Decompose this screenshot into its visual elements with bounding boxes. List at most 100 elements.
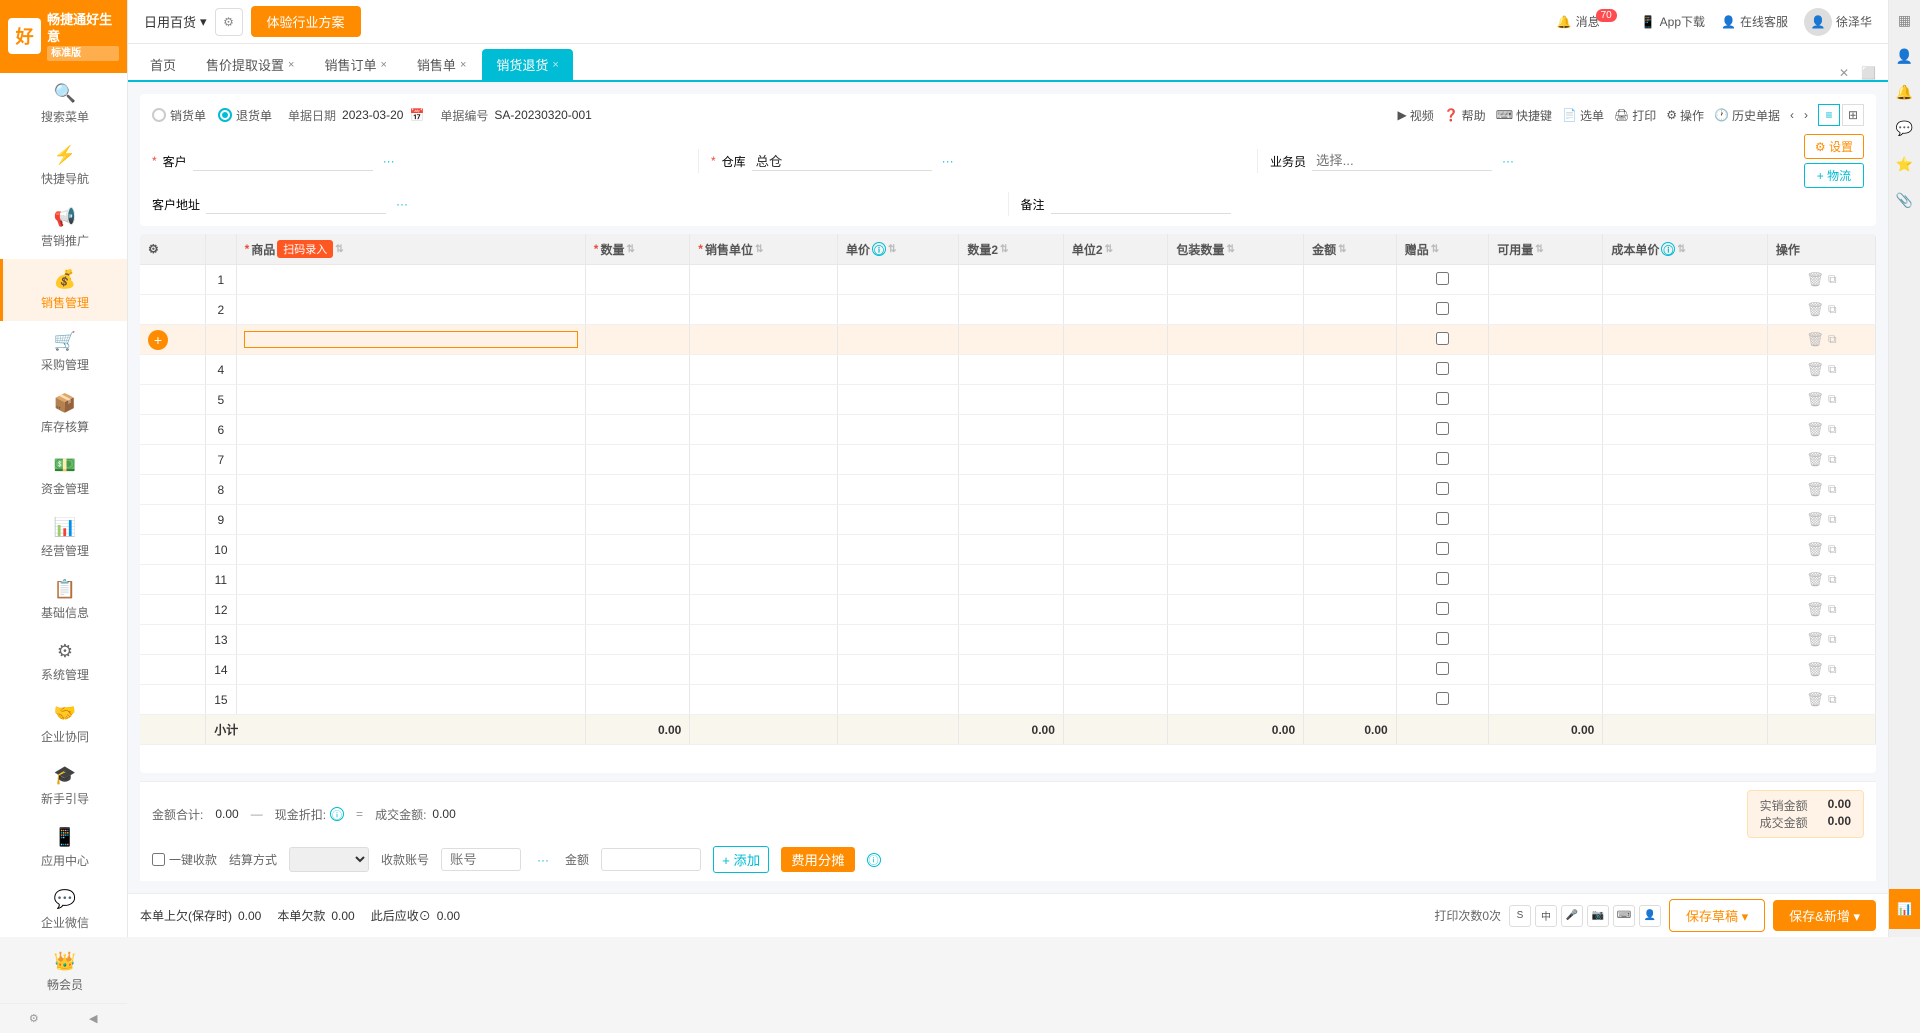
add-row-btn[interactable]: + xyxy=(148,330,168,350)
next-btn[interactable]: › xyxy=(1804,108,1808,122)
sidebar-item-inventory[interactable]: 📦 库存核算 xyxy=(0,383,127,445)
copy-row-btn[interactable]: ⧉ xyxy=(1828,632,1837,647)
address-select-btn[interactable]: ··· xyxy=(392,197,412,211)
sidebar-item-purchase[interactable]: 🛒 采购管理 xyxy=(0,321,127,383)
pkgqty-sort-icon[interactable]: ⇅ xyxy=(1226,244,1234,255)
experience-button[interactable]: 体验行业方案 xyxy=(251,6,361,37)
delete-row-btn[interactable]: 🗑 xyxy=(1806,361,1824,378)
tab-close-icon[interactable]: × xyxy=(380,59,386,71)
customer-select-btn[interactable]: ··· xyxy=(379,154,399,168)
avail-cell[interactable] xyxy=(1489,295,1603,325)
calendar-icon[interactable]: 📅 xyxy=(409,108,424,122)
copy-row-btn[interactable]: ⧉ xyxy=(1828,512,1837,527)
add-logistics-btn[interactable]: + 物流 xyxy=(1804,163,1864,188)
cost-cell[interactable] xyxy=(1603,295,1768,325)
sidebar-item-sales[interactable]: 💰 销售管理 xyxy=(0,259,127,321)
tab-close-icon[interactable]: × xyxy=(460,59,466,71)
product-cell-active[interactable] xyxy=(236,325,585,355)
warehouse-input[interactable] xyxy=(752,151,932,171)
gift-checkbox[interactable] xyxy=(1436,602,1449,615)
pkgqty-cell[interactable] xyxy=(1168,265,1304,295)
payment-amount-input[interactable] xyxy=(601,848,701,871)
delete-row-btn[interactable]: 🗑 xyxy=(1806,451,1824,468)
sidebar-item-quicknav[interactable]: ⚡ 快捷导航 xyxy=(0,135,127,197)
gift-cell[interactable] xyxy=(1396,325,1489,355)
one-click-checkbox[interactable] xyxy=(152,853,165,866)
gift-checkbox[interactable] xyxy=(1436,302,1449,315)
copy-row-btn[interactable]: ⧉ xyxy=(1828,452,1837,467)
copy-row-btn[interactable]: ⧉ xyxy=(1828,542,1837,557)
operations-btn[interactable]: ⚙ 操作 xyxy=(1666,107,1704,124)
module-selector[interactable]: 日用百货 ▾ xyxy=(144,12,207,31)
list-view-btn[interactable]: ⊞ xyxy=(1842,104,1864,126)
price-cell[interactable] xyxy=(838,265,959,295)
bank-account-input[interactable] xyxy=(441,848,521,871)
delete-row-btn[interactable]: 🗑 xyxy=(1806,421,1824,438)
history-btn[interactable]: 🕐 历史单据 xyxy=(1714,107,1780,124)
sidebar-item-finance[interactable]: 💵 资金管理 xyxy=(0,445,127,507)
delete-row-btn[interactable]: 🗑 xyxy=(1806,661,1824,678)
im-keyboard-btn[interactable]: ⌨ xyxy=(1613,905,1635,927)
maximize-icon[interactable]: ⬜ xyxy=(1857,66,1880,80)
scan-barcode-btn[interactable]: 扫码录入 xyxy=(277,240,333,258)
price-cell[interactable] xyxy=(838,325,959,355)
unit2-cell[interactable] xyxy=(1063,325,1168,355)
unit2-sort-icon[interactable]: ⇅ xyxy=(1105,244,1113,255)
gift-checkbox[interactable] xyxy=(1436,482,1449,495)
qty2-cell[interactable] xyxy=(959,325,1064,355)
copy-row-btn[interactable]: ⧉ xyxy=(1828,692,1837,707)
delete-row-btn[interactable]: 🗑 xyxy=(1806,571,1824,588)
qty-cell[interactable] xyxy=(585,265,690,295)
sidebar-collapse-btn[interactable]: ◀ xyxy=(68,1012,120,1025)
price-sort-icon[interactable]: ⇅ xyxy=(888,244,896,255)
amount-cell[interactable] xyxy=(1304,265,1397,295)
rp-clip-icon[interactable]: 📎 xyxy=(1893,188,1917,212)
im-mic-btn[interactable]: 🎤 xyxy=(1561,905,1583,927)
tab-close-icon[interactable]: × xyxy=(552,59,558,71)
rp-person-icon[interactable]: 👤 xyxy=(1893,44,1917,68)
topbar-gear-btn[interactable]: ⚙ xyxy=(215,8,243,36)
sidebar-item-marketing[interactable]: 📢 营销推广 xyxy=(0,197,127,259)
copy-row-btn[interactable]: ⧉ xyxy=(1828,302,1837,317)
qty-cell[interactable] xyxy=(585,295,690,325)
staff-input[interactable] xyxy=(1312,151,1492,171)
avail-cell[interactable] xyxy=(1489,265,1603,295)
copy-row-btn[interactable]: ⧉ xyxy=(1828,602,1837,617)
add-payment-btn[interactable]: + 添加 xyxy=(713,846,769,873)
gift-checkbox[interactable] xyxy=(1436,422,1449,435)
delete-row-btn[interactable]: 🗑 xyxy=(1806,691,1824,708)
gift-cell[interactable] xyxy=(1396,295,1489,325)
help-btn[interactable]: ❓ 帮助 xyxy=(1444,107,1486,124)
product-input[interactable] xyxy=(245,332,577,347)
save-draft-button[interactable]: 保存草稿 ▾ xyxy=(1669,899,1765,932)
fee-split-info-icon[interactable]: ⓘ xyxy=(867,853,881,867)
cash-discount-info-icon[interactable]: ⓘ xyxy=(330,807,344,821)
gift-checkbox[interactable] xyxy=(1436,452,1449,465)
copy-row-btn[interactable]: ⧉ xyxy=(1828,482,1837,497)
unit-cell[interactable] xyxy=(690,325,838,355)
fee-split-btn[interactable]: 费用分摊 xyxy=(781,847,854,872)
radio-sale[interactable]: 销货单 xyxy=(152,107,206,124)
avail-cell[interactable] xyxy=(1489,325,1603,355)
select-order-btn[interactable]: 📄 选单 xyxy=(1562,107,1604,124)
gift-sort-icon[interactable]: ⇅ xyxy=(1431,244,1439,255)
cost-cell[interactable] xyxy=(1603,265,1768,295)
sidebar-item-basic[interactable]: 📋 基础信息 xyxy=(0,569,127,631)
amount-sort-icon[interactable]: ⇅ xyxy=(1338,244,1346,255)
pkgqty-cell[interactable] xyxy=(1168,295,1304,325)
gift-checkbox[interactable] xyxy=(1436,272,1449,285)
im-cam-btn[interactable]: 📷 xyxy=(1587,905,1609,927)
delete-row-btn[interactable]: 🗑 xyxy=(1806,481,1824,498)
th-gear[interactable]: ⚙ xyxy=(140,234,206,265)
radio-return[interactable]: 退货单 xyxy=(218,107,272,124)
tab-close-icon[interactable]: × xyxy=(288,59,294,71)
grid-view-btn[interactable]: ≡ xyxy=(1818,104,1840,126)
gift-checkbox[interactable] xyxy=(1436,542,1449,555)
form-settings-btn[interactable]: ⚙ 设置 xyxy=(1804,134,1864,159)
notes-input[interactable] xyxy=(1051,194,1231,214)
product-cell[interactable] xyxy=(236,265,585,295)
gift-checkbox[interactable] xyxy=(1436,392,1449,405)
unit2-cell[interactable] xyxy=(1063,295,1168,325)
im-cn-btn[interactable]: 中 xyxy=(1535,905,1557,927)
sidebar-item-system[interactable]: ⚙ 系统管理 xyxy=(0,631,127,693)
